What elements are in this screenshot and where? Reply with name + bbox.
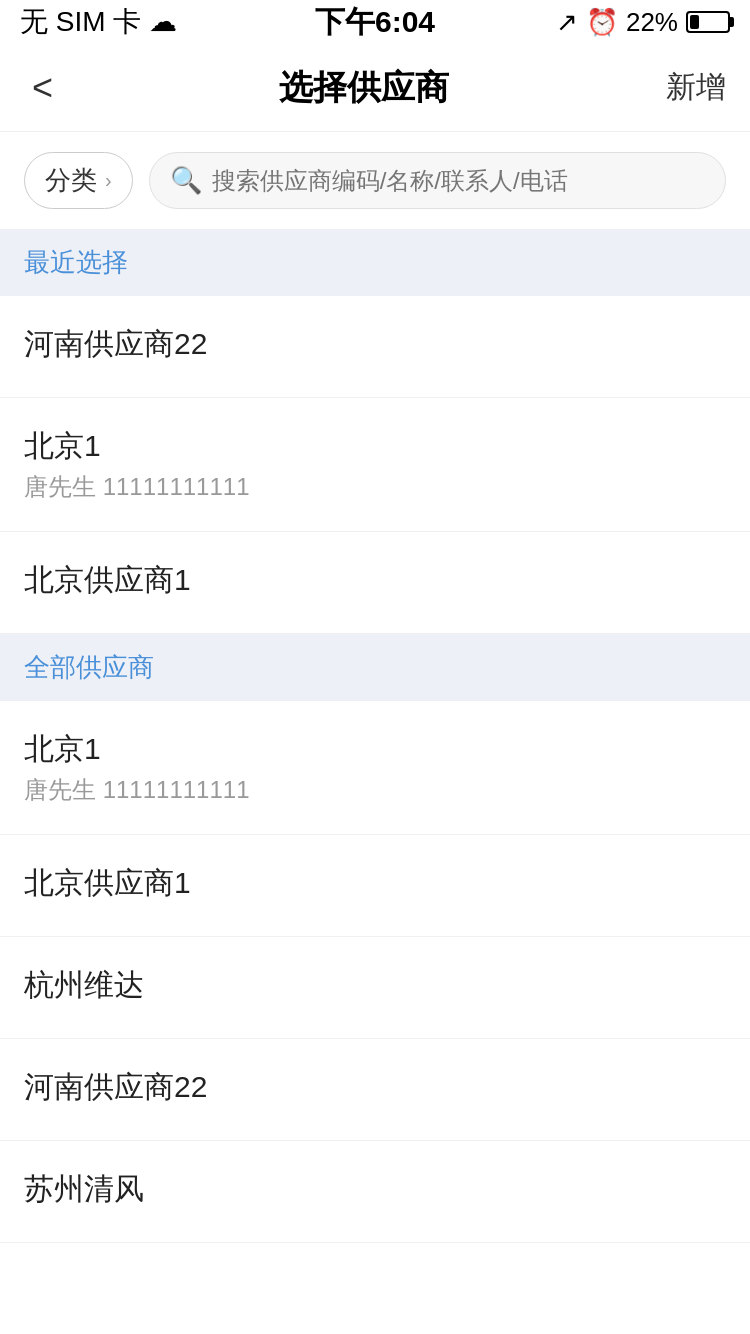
recent-list: 河南供应商22 北京1 唐先生 11111111111 北京供应商1 xyxy=(0,296,750,634)
list-item[interactable]: 河南供应商22 xyxy=(0,296,750,398)
supplier-name: 北京1 xyxy=(24,729,726,770)
supplier-name: 北京供应商1 xyxy=(24,863,726,904)
category-label: 分类 xyxy=(45,163,97,198)
supplier-name: 苏州清风 xyxy=(24,1169,726,1210)
location-icon: ↗ xyxy=(556,7,578,38)
battery-icon xyxy=(686,11,730,33)
list-item[interactable]: 河南供应商22 xyxy=(0,1039,750,1141)
supplier-name: 北京1 xyxy=(24,426,726,467)
supplier-name: 杭州维达 xyxy=(24,965,726,1006)
search-box[interactable]: 🔍 xyxy=(149,152,726,209)
status-right: ↗ ⏰ 22% xyxy=(556,7,730,38)
list-item[interactable]: 北京供应商1 xyxy=(0,835,750,937)
filter-bar: 分类 › 🔍 xyxy=(0,132,750,229)
supplier-name: 河南供应商22 xyxy=(24,1067,726,1108)
list-item[interactable]: 杭州维达 xyxy=(0,937,750,1039)
status-time: 下午6:04 xyxy=(315,2,435,43)
supplier-detail: 唐先生 11111111111 xyxy=(24,774,726,806)
all-suppliers-list: 北京1 唐先生 11111111111 北京供应商1 杭州维达 河南供应商22 … xyxy=(0,701,750,1243)
list-item[interactable]: 北京供应商1 xyxy=(0,532,750,634)
supplier-name: 北京供应商1 xyxy=(24,560,726,601)
battery-percent: 22% xyxy=(626,7,678,38)
page-title: 选择供应商 xyxy=(279,65,449,111)
chevron-right-icon: › xyxy=(105,169,112,192)
list-item[interactable]: 北京1 唐先生 11111111111 xyxy=(0,398,750,532)
list-item[interactable]: 北京1 唐先生 11111111111 xyxy=(0,701,750,835)
supplier-detail: 唐先生 11111111111 xyxy=(24,471,726,503)
all-section-header: 全部供应商 xyxy=(0,634,750,701)
status-signal: 无 SIM 卡 ☁ xyxy=(20,3,177,41)
list-item[interactable]: 苏州清风 xyxy=(0,1141,750,1243)
search-input[interactable] xyxy=(212,167,705,195)
search-icon: 🔍 xyxy=(170,165,202,196)
supplier-name: 河南供应商22 xyxy=(24,324,726,365)
alarm-icon: ⏰ xyxy=(586,7,618,38)
status-bar: 无 SIM 卡 ☁ 下午6:04 ↗ ⏰ 22% xyxy=(0,0,750,44)
new-action-button[interactable]: 新增 xyxy=(666,67,726,108)
back-button[interactable]: < xyxy=(24,59,61,117)
category-button[interactable]: 分类 › xyxy=(24,152,133,209)
recent-section-header: 最近选择 xyxy=(0,229,750,296)
nav-bar: < 选择供应商 新增 xyxy=(0,44,750,132)
